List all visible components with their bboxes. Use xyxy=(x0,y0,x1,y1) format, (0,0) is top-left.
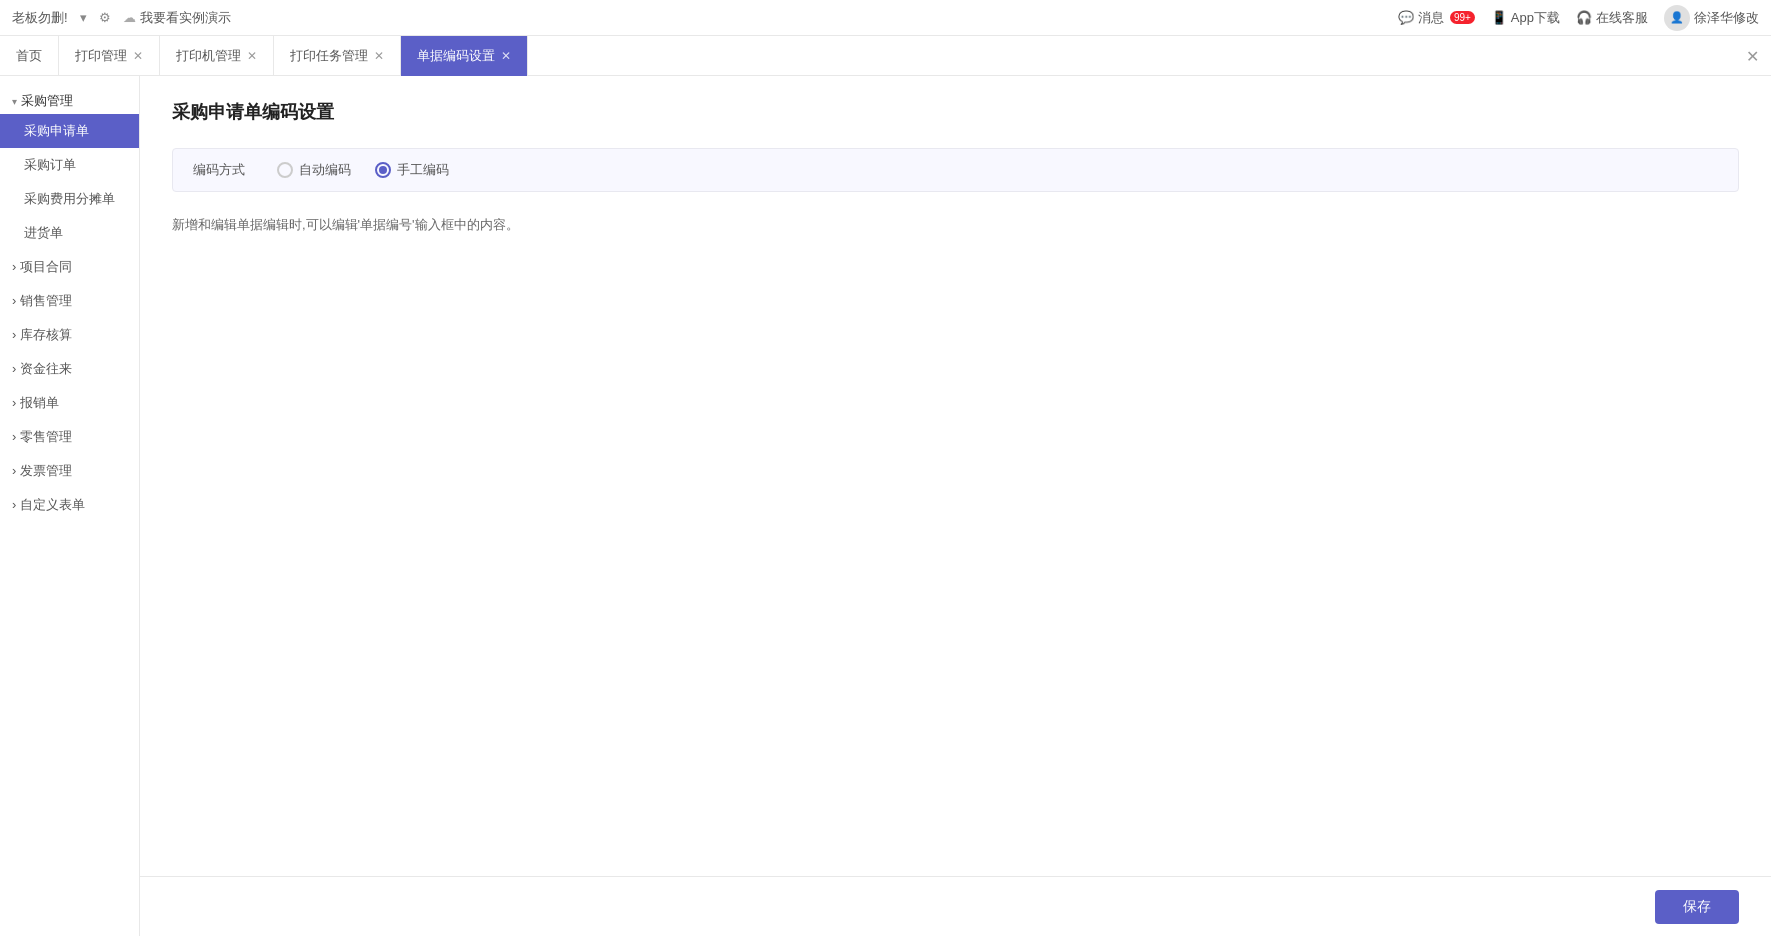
sidebar-group-returns[interactable]: › 报销单 xyxy=(0,386,139,420)
cloud-icon: ☁ xyxy=(123,10,136,25)
sidebar-group-purchase-label: 采购管理 xyxy=(21,92,73,110)
sidebar-group-project-contract-label: 项目合同 xyxy=(20,259,72,274)
sidebar-group-retail[interactable]: › 零售管理 xyxy=(0,420,139,454)
user-name: 徐泽华修改 xyxy=(1694,9,1759,27)
manual-coding-radio[interactable] xyxy=(375,162,391,178)
tab-printer-mgmt-label: 打印机管理 xyxy=(176,47,241,65)
close-all-tabs-icon[interactable]: ✕ xyxy=(1746,46,1759,65)
message-button[interactable]: 💬 消息 99+ xyxy=(1398,9,1475,27)
app-download-label: App下载 xyxy=(1511,9,1560,27)
message-label: 消息 xyxy=(1418,9,1444,27)
tab-barcode-settings-label: 单据编码设置 xyxy=(417,47,495,65)
settings-icon[interactable]: ⚙ xyxy=(99,10,111,25)
sidebar-group-capital-label: 资金往来 xyxy=(20,361,72,376)
custom-forms-expand-icon: › xyxy=(12,497,20,512)
sidebar-item-purchase-request[interactable]: 采购申请单 xyxy=(0,114,139,148)
inventory-expand-icon: › xyxy=(12,327,20,342)
tab-print-task-mgmt-label: 打印任务管理 xyxy=(290,47,368,65)
sidebar-item-stock-in-label: 进货单 xyxy=(24,225,63,240)
tab-barcode-settings-close[interactable]: ✕ xyxy=(501,50,511,62)
demo-text: 我要看实例演示 xyxy=(140,9,231,27)
tab-home[interactable]: 首页 xyxy=(0,36,59,76)
top-bar: 老板勿删! ▾ ⚙ ☁ 我要看实例演示 💬 消息 99+ 📱 App下载 🎧 在… xyxy=(0,0,1771,36)
chevron-down-icon[interactable]: ▾ xyxy=(80,10,87,25)
tab-print-task-mgmt-close[interactable]: ✕ xyxy=(374,50,384,62)
sidebar-group-inventory[interactable]: › 库存核算 xyxy=(0,318,139,352)
sidebar-group-project-contract[interactable]: › 项目合同 xyxy=(0,250,139,284)
user-profile-button[interactable]: 👤 徐泽华修改 xyxy=(1664,5,1759,31)
coding-method-label: 编码方式 xyxy=(193,161,245,179)
sidebar: ▾ 采购管理 采购申请单 采购订单 采购费用分摊单 进货单 › 项目合同 › 销… xyxy=(0,76,140,936)
sidebar-item-purchase-order-label: 采购订单 xyxy=(24,157,76,172)
retail-expand-icon: › xyxy=(12,429,20,444)
sidebar-group-invoice[interactable]: › 发票管理 xyxy=(0,454,139,488)
main-layout: ▾ 采购管理 采购申请单 采购订单 采购费用分摊单 进货单 › 项目合同 › 销… xyxy=(0,76,1771,936)
purchase-expand-icon: ▾ xyxy=(12,96,17,107)
sidebar-group-sales-mgmt-label: 销售管理 xyxy=(20,293,72,308)
returns-expand-icon: › xyxy=(12,395,20,410)
sidebar-group-sales-mgmt[interactable]: › 销售管理 xyxy=(0,284,139,318)
auto-coding-radio[interactable] xyxy=(277,162,293,178)
tab-home-label: 首页 xyxy=(16,47,42,65)
avatar: 👤 xyxy=(1664,5,1690,31)
content-area: 采购申请单编码设置 编码方式 自动编码 手工编码 xyxy=(140,76,1771,936)
auto-coding-option[interactable]: 自动编码 xyxy=(277,161,351,179)
brand-label: 老板勿删! xyxy=(12,9,68,27)
coding-section: 编码方式 自动编码 手工编码 xyxy=(172,148,1739,192)
sidebar-group-retail-label: 零售管理 xyxy=(20,429,72,444)
online-service-label: 在线客服 xyxy=(1596,9,1648,27)
sidebar-item-purchase-expense-label: 采购费用分摊单 xyxy=(24,191,115,206)
capital-expand-icon: › xyxy=(12,361,20,376)
project-contract-expand-icon: › xyxy=(12,259,20,274)
headset-icon: 🎧 xyxy=(1576,10,1592,25)
manual-coding-option[interactable]: 手工编码 xyxy=(375,161,449,179)
content-inner: 采购申请单编码设置 编码方式 自动编码 手工编码 xyxy=(140,76,1771,876)
demo-link[interactable]: ☁ 我要看实例演示 xyxy=(123,9,231,27)
tab-print-mgmt[interactable]: 打印管理 ✕ xyxy=(59,36,160,76)
sidebar-group-returns-label: 报销单 xyxy=(20,395,59,410)
tab-bar: 首页 打印管理 ✕ 打印机管理 ✕ 打印任务管理 ✕ 单据编码设置 ✕ ✕ xyxy=(0,36,1771,76)
message-badge: 99+ xyxy=(1450,11,1475,24)
tab-print-mgmt-label: 打印管理 xyxy=(75,47,127,65)
tab-printer-mgmt[interactable]: 打印机管理 ✕ xyxy=(160,36,274,76)
tab-print-task-mgmt[interactable]: 打印任务管理 ✕ xyxy=(274,36,401,76)
sidebar-group-capital[interactable]: › 资金往来 xyxy=(0,352,139,386)
invoice-expand-icon: › xyxy=(12,463,20,478)
sidebar-item-purchase-order[interactable]: 采购订单 xyxy=(0,148,139,182)
tab-barcode-settings[interactable]: 单据编码设置 ✕ xyxy=(401,36,528,76)
sidebar-item-purchase-request-label: 采购申请单 xyxy=(24,123,89,138)
manual-coding-label: 手工编码 xyxy=(397,161,449,179)
app-download-button[interactable]: 📱 App下载 xyxy=(1491,9,1560,27)
message-icon: 💬 xyxy=(1398,10,1414,25)
sales-mgmt-expand-icon: › xyxy=(12,293,20,308)
save-button[interactable]: 保存 xyxy=(1655,890,1739,924)
tab-printer-mgmt-close[interactable]: ✕ xyxy=(247,50,257,62)
page-title: 采购申请单编码设置 xyxy=(172,100,1739,124)
top-bar-left: 老板勿删! ▾ ⚙ ☁ 我要看实例演示 xyxy=(12,9,231,27)
sidebar-group-inventory-label: 库存核算 xyxy=(20,327,72,342)
sidebar-group-custom-forms[interactable]: › 自定义表单 xyxy=(0,488,139,522)
auto-coding-label: 自动编码 xyxy=(299,161,351,179)
tab-print-mgmt-close[interactable]: ✕ xyxy=(133,50,143,62)
app-download-icon: 📱 xyxy=(1491,10,1507,25)
sidebar-item-purchase-expense[interactable]: 采购费用分摊单 xyxy=(0,182,139,216)
footer-bar: 保存 xyxy=(140,876,1771,936)
sidebar-group-custom-forms-label: 自定义表单 xyxy=(20,497,85,512)
sidebar-item-stock-in[interactable]: 进货单 xyxy=(0,216,139,250)
online-service-button[interactable]: 🎧 在线客服 xyxy=(1576,9,1648,27)
coding-radio-group: 自动编码 手工编码 xyxy=(277,161,449,179)
top-bar-right: 💬 消息 99+ 📱 App下载 🎧 在线客服 👤 徐泽华修改 xyxy=(1398,5,1759,31)
info-text: 新增和编辑单据编辑时,可以编辑'单据编号'输入框中的内容。 xyxy=(172,212,1739,238)
sidebar-group-purchase[interactable]: ▾ 采购管理 xyxy=(0,84,139,114)
sidebar-group-invoice-label: 发票管理 xyxy=(20,463,72,478)
